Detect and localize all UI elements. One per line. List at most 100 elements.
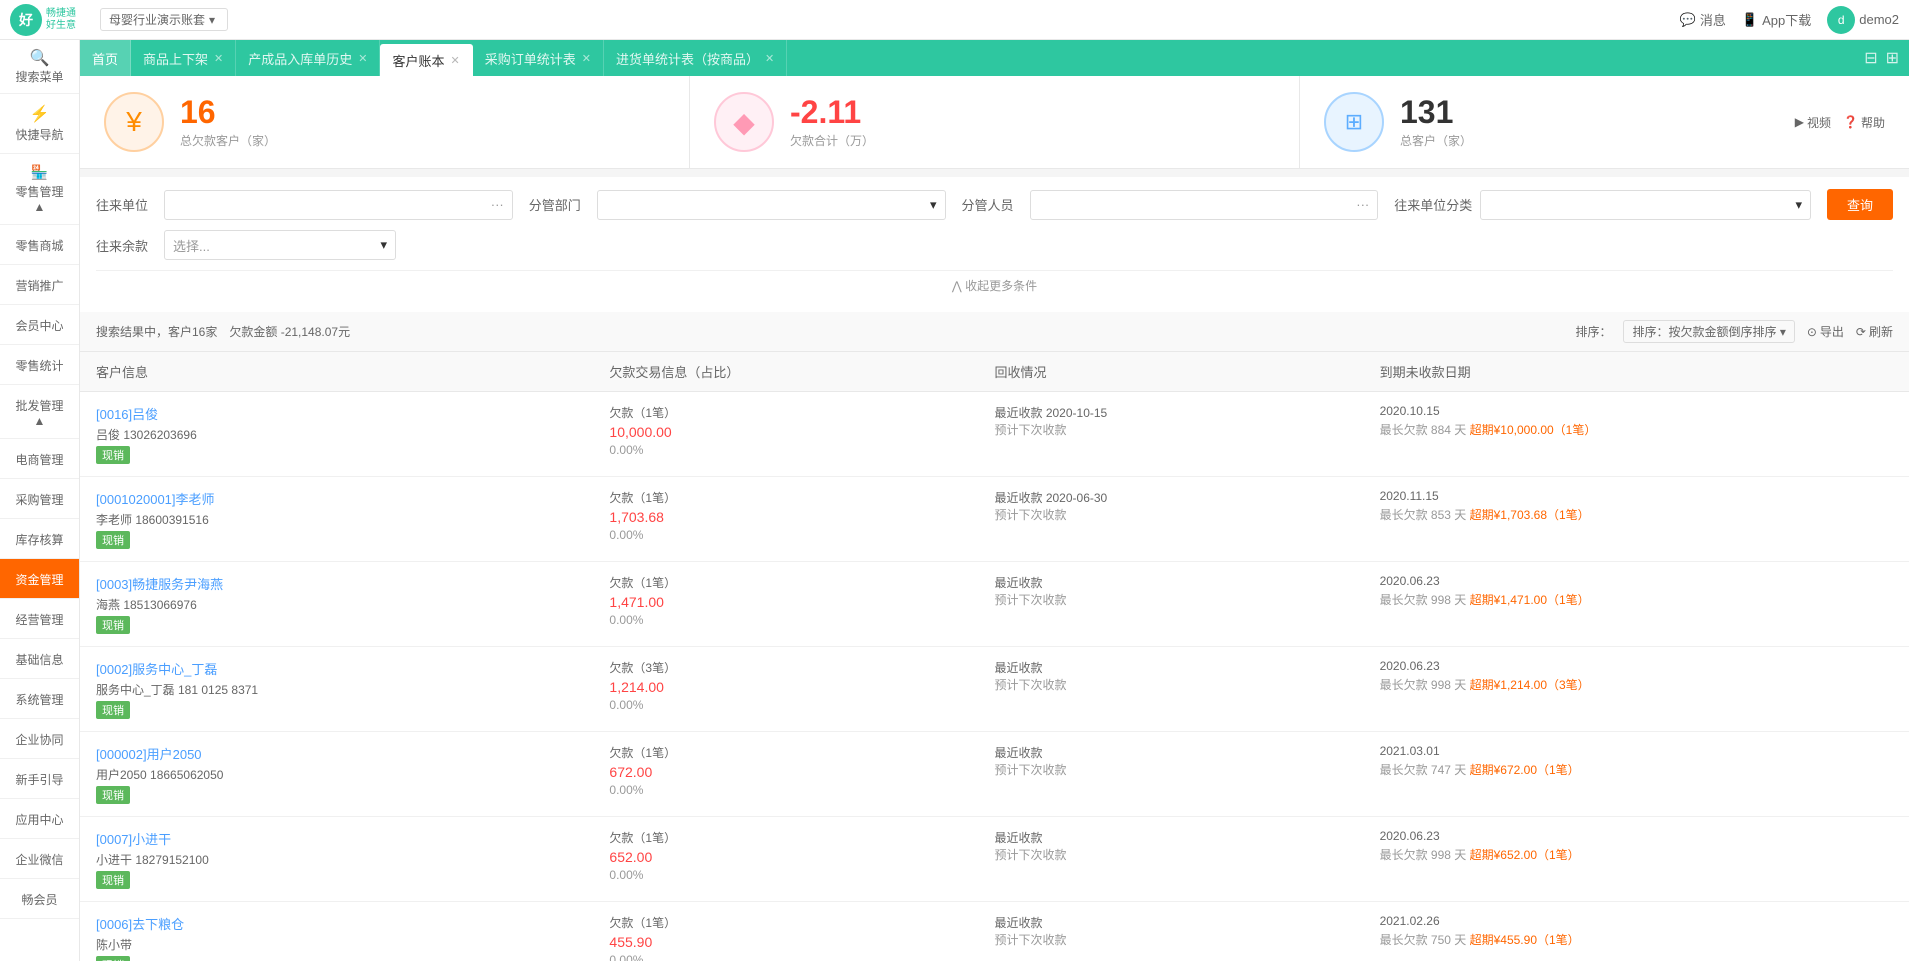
overdue-amount-link[interactable]: 超期¥1,214.00（3笔）: [1470, 678, 1590, 692]
customer-name-link[interactable]: [0001020001]李老师: [96, 489, 609, 508]
sidebar-item-retail-mall[interactable]: 零售商城: [0, 225, 79, 265]
sidebar-item-member-center[interactable]: 会员中心: [0, 305, 79, 345]
table-row: [0001020001]李老师 李老师 18600391516 现销 欠款（1笔…: [80, 477, 1909, 562]
filter-dept: 分管部门 ▾: [529, 190, 946, 220]
summary-cards: ¥ 16 总欠款客户（家） ◆ -2.11 欠款合计（万） ⊞: [80, 76, 1909, 169]
sidebar-item-quick-nav[interactable]: ⚡ 快捷导航: [0, 94, 79, 154]
next-collect: 预计下次收款: [995, 846, 1380, 863]
tab-maximize-button[interactable]: ⊞: [1886, 48, 1899, 68]
collapse-arrow: ⋀: [952, 279, 965, 293]
overdue-days: 最长欠款 998 天 超期¥652.00（1笔）: [1380, 846, 1893, 863]
tab-incoming-stats[interactable]: 进货单统计表（按商品） ✕: [604, 40, 787, 76]
sidebar-item-operations[interactable]: 经营管理: [0, 599, 79, 639]
sidebar-item-retail-mgmt[interactable]: 🏪 零售管理 ▲: [0, 154, 79, 225]
overdue-days: 最长欠款 747 天 超期¥672.00（1笔）: [1380, 761, 1893, 778]
sidebar-item-ecommerce[interactable]: 电商管理: [0, 439, 79, 479]
customer-name-link[interactable]: [0002]服务中心_丁磊: [96, 659, 609, 678]
sidebar-item-marketing[interactable]: 营销推广: [0, 265, 79, 305]
customer-name-link[interactable]: [000002]用户2050: [96, 744, 609, 763]
sidebar-item-basic-info[interactable]: 基础信息: [0, 639, 79, 679]
refresh-label: 刷新: [1869, 323, 1893, 340]
overdue-amount-link[interactable]: 超期¥652.00（1笔）: [1470, 848, 1580, 862]
tab-product-shelving[interactable]: 商品上下架 ✕: [131, 40, 236, 76]
tab-close-icon[interactable]: ✕: [358, 52, 367, 65]
balance-select[interactable]: 选择... ▾: [164, 230, 396, 260]
overdue-days: 最长欠款 750 天 超期¥455.90（1笔）: [1380, 931, 1893, 948]
debt-percent: 0.00%: [609, 698, 994, 712]
refresh-button[interactable]: ⟳ 刷新: [1856, 323, 1893, 340]
sidebar-item-wholesale-mgmt[interactable]: 批发管理 ▲: [0, 385, 79, 439]
sidebar-search-label: 搜索菜单: [4, 68, 75, 85]
customer-phone: 用户2050 18665062050: [96, 766, 609, 783]
overdue-cell: 2021.02.26 最长欠款 750 天 超期¥455.90（1笔）: [1380, 914, 1893, 948]
overdue-amount-link[interactable]: 超期¥10,000.00（1笔）: [1470, 423, 1597, 437]
customer-name-link[interactable]: [0003]畅捷服务尹海燕: [96, 574, 609, 593]
debt-total-icon: ◆: [714, 92, 774, 152]
tab-customer-ledger[interactable]: 客户账本 ✕: [380, 44, 472, 76]
tab-close-icon[interactable]: ✕: [451, 54, 460, 67]
sidebar-item-chang-member[interactable]: 畅会员: [0, 879, 79, 919]
customer-name-link[interactable]: [0016]吕俊: [96, 404, 609, 423]
sidebar-item-retail-stats[interactable]: 零售统计: [0, 345, 79, 385]
result-count-text: 搜索结果中，客户16家: [96, 323, 217, 340]
tab-close-icon[interactable]: ✕: [765, 52, 774, 65]
tab-close-icon[interactable]: ✕: [214, 52, 223, 65]
tab-production-history[interactable]: 产成品入库单历史 ✕: [236, 40, 380, 76]
person-input[interactable]: ···: [1030, 190, 1379, 220]
debt-percent: 0.00%: [609, 783, 994, 797]
play-icon: ▶: [1795, 115, 1804, 129]
total-customers-info: 131 总客户（家）: [1400, 96, 1472, 149]
debt-amount: 1,471.00: [609, 594, 994, 610]
top-right-actions: 💬 消息 📱 App下载 d demo2: [1680, 6, 1899, 34]
sidebar-item-finance[interactable]: 资金管理: [0, 559, 79, 599]
page-body: ¥ 16 总欠款客户（家） ◆ -2.11 欠款合计（万） ⊞: [80, 76, 1909, 961]
sidebar-item-app-center[interactable]: 应用中心: [0, 799, 79, 839]
overdue-amount-link[interactable]: 超期¥672.00（1笔）: [1470, 763, 1580, 777]
overdue-amount-link[interactable]: 超期¥455.90（1笔）: [1470, 933, 1580, 947]
sidebar-search[interactable]: 🔍 搜索菜单: [0, 40, 79, 94]
app-download-button[interactable]: 📱 App下载: [1742, 10, 1811, 29]
message-button[interactable]: 💬 消息: [1680, 10, 1726, 29]
customer-name-link[interactable]: [0007]小进干: [96, 829, 609, 848]
due-date: 2021.02.26: [1380, 914, 1893, 928]
sidebar-item-inventory[interactable]: 库存核算: [0, 519, 79, 559]
overdue-amount-link[interactable]: 超期¥1,471.00（1笔）: [1470, 593, 1590, 607]
overdue-cell: 2020.11.15 最长欠款 853 天 超期¥1,703.68（1笔）: [1380, 489, 1893, 523]
customer-tag: 现销: [96, 701, 130, 719]
export-button[interactable]: ⊙ 导出: [1807, 323, 1844, 340]
chevron-down-icon: ▾: [1795, 197, 1802, 213]
sidebar-item-new-guide[interactable]: 新手引导: [0, 759, 79, 799]
table-row: [000002]用户2050 用户2050 18665062050 现销 欠款（…: [80, 732, 1909, 817]
chevron-down-icon: ▾: [1780, 325, 1786, 339]
logo-text: 畅捷通好生意: [46, 8, 76, 32]
col-overdue: 到期未收款日期: [1380, 362, 1893, 381]
search-button[interactable]: 查询: [1827, 189, 1893, 220]
dept-select[interactable]: ▾: [597, 190, 946, 220]
tab-purchase-stats[interactable]: 采购订单统计表 ✕: [473, 40, 604, 76]
industry-selector[interactable]: 母婴行业演示账套 ▾: [100, 8, 228, 31]
sidebar-item-purchase-mgmt[interactable]: 采购管理: [0, 479, 79, 519]
video-button[interactable]: ▶ 视频: [1795, 114, 1831, 131]
dots-icon: ···: [1356, 197, 1369, 212]
table-header: 客户信息 欠款交易信息（占比） 回收情况 到期未收款日期: [80, 352, 1909, 392]
next-collect: 预计下次收款: [995, 591, 1380, 608]
sidebar-item-system-mgmt[interactable]: 系统管理: [0, 679, 79, 719]
tab-home[interactable]: 首页: [80, 40, 131, 76]
user-avatar-button[interactable]: d demo2: [1827, 6, 1899, 34]
tab-label: 采购订单统计表: [485, 49, 576, 68]
main-content: 首页 商品上下架 ✕ 产成品入库单历史 ✕ 客户账本 ✕ 采购订单统计表 ✕ 进…: [80, 40, 1909, 961]
sort-select[interactable]: 排序：按欠款金额倒序排序 ▾: [1623, 320, 1794, 343]
collapse-bar[interactable]: ⋀ 收起更多条件: [96, 270, 1893, 300]
overdue-amount-link[interactable]: 超期¥1,703.68（1笔）: [1470, 508, 1590, 522]
filter-area: 往来单位 ··· 分管部门 ▾ 分管人员: [80, 177, 1909, 312]
category-select[interactable]: ▾: [1480, 190, 1811, 220]
sidebar-item-enterprise-collab[interactable]: 企业协同: [0, 719, 79, 759]
tab-close-icon[interactable]: ✕: [582, 52, 591, 65]
sidebar-item-enterprise-wechat[interactable]: 企业微信: [0, 839, 79, 879]
debt-cell: 欠款（1笔） 455.90 0.00%: [609, 914, 994, 961]
chevron-down-icon: ▾: [930, 197, 937, 213]
source-unit-input[interactable]: ···: [164, 190, 513, 220]
help-button[interactable]: ❓ 帮助: [1843, 114, 1885, 131]
tab-restore-button[interactable]: ⊟: [1864, 48, 1877, 68]
customer-name-link[interactable]: [0006]去下粮仓: [96, 914, 609, 933]
